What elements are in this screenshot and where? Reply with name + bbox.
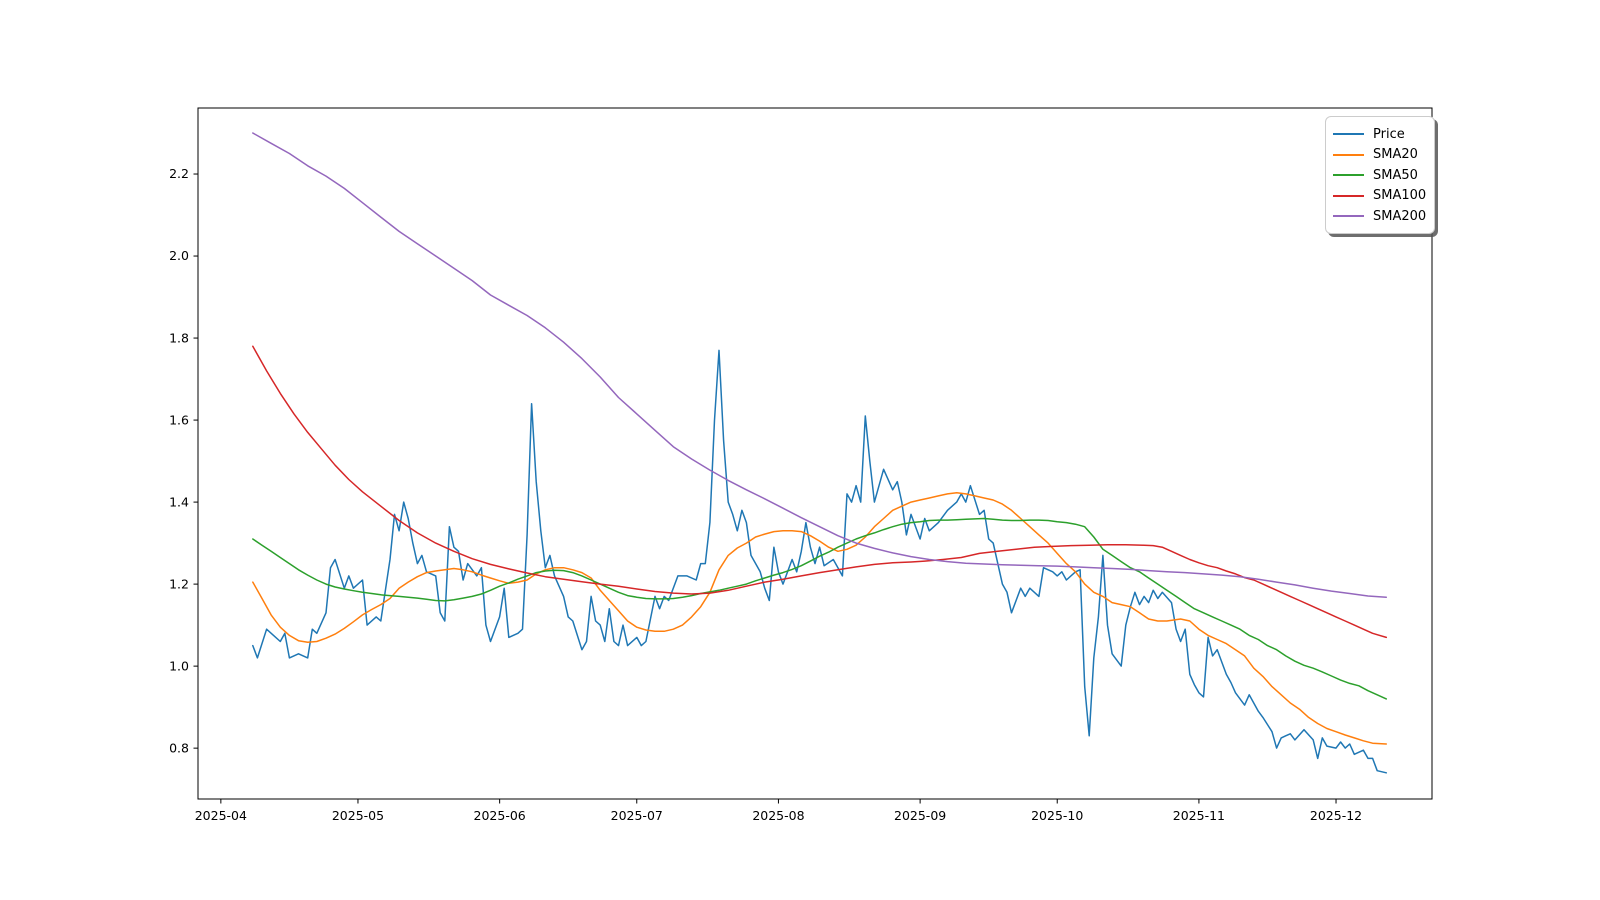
y-tick-label: 2.0 <box>169 248 189 263</box>
legend-label-sma100: SMA100 <box>1373 188 1427 204</box>
legend-line-sample-sma50 <box>1333 174 1364 177</box>
legend-line-sample-sma20 <box>1333 153 1364 156</box>
plot-area <box>198 108 1432 799</box>
legend-item-sma100: SMA100 <box>1333 186 1426 207</box>
x-axis-ticks: 2025-04 2025-05 2025-06 2025-07 2025-08 2025-… <box>195 799 1362 823</box>
y-tick-label: 2.2 <box>169 166 189 181</box>
y-axis-ticks: 0.8 1.0 1.2 1.4 1.6 1.8 2.0 2.2 <box>169 166 198 755</box>
x-tick-label: 2025-10 <box>1031 808 1083 823</box>
x-tick-label: 2025-11 <box>1173 808 1225 823</box>
y-tick-label: 1.4 <box>169 494 189 509</box>
legend-line-sample-sma200 <box>1333 215 1364 218</box>
x-tick-label: 2025-12 <box>1310 808 1362 823</box>
legend-label-sma200: SMA200 <box>1373 208 1427 224</box>
legend-label-sma50: SMA50 <box>1373 167 1418 183</box>
legend-item-sma200: SMA200 <box>1333 206 1426 227</box>
x-tick-label: 2025-06 <box>474 808 526 823</box>
x-tick-label: 2025-09 <box>894 808 946 823</box>
x-tick-label: 2025-04 <box>195 808 247 823</box>
legend-label-sma20: SMA20 <box>1373 147 1418 163</box>
y-tick-label: 1.8 <box>169 330 189 345</box>
x-tick-label: 2025-07 <box>611 808 663 823</box>
y-tick-label: 1.0 <box>169 658 189 673</box>
legend-item-sma50: SMA50 <box>1333 165 1426 186</box>
legend-line-sample-sma100 <box>1333 194 1364 197</box>
axes-background <box>198 108 1432 799</box>
legend-item-sma20: SMA20 <box>1333 145 1426 166</box>
x-tick-label: 2025-08 <box>752 808 804 823</box>
chart-figure: 2025-04 2025-05 2025-06 2025-07 2025-08 2025-… <box>0 0 1600 900</box>
legend: Price SMA20 SMA50 SMA100 SMA200 <box>1325 116 1435 234</box>
y-tick-label: 0.8 <box>169 740 189 755</box>
legend-label-price: Price <box>1373 126 1405 142</box>
y-tick-label: 1.2 <box>169 576 189 591</box>
legend-line-sample-price <box>1333 133 1364 136</box>
x-tick-label: 2025-05 <box>332 808 384 823</box>
legend-item-price: Price <box>1333 124 1426 145</box>
y-tick-label: 1.6 <box>169 412 189 427</box>
